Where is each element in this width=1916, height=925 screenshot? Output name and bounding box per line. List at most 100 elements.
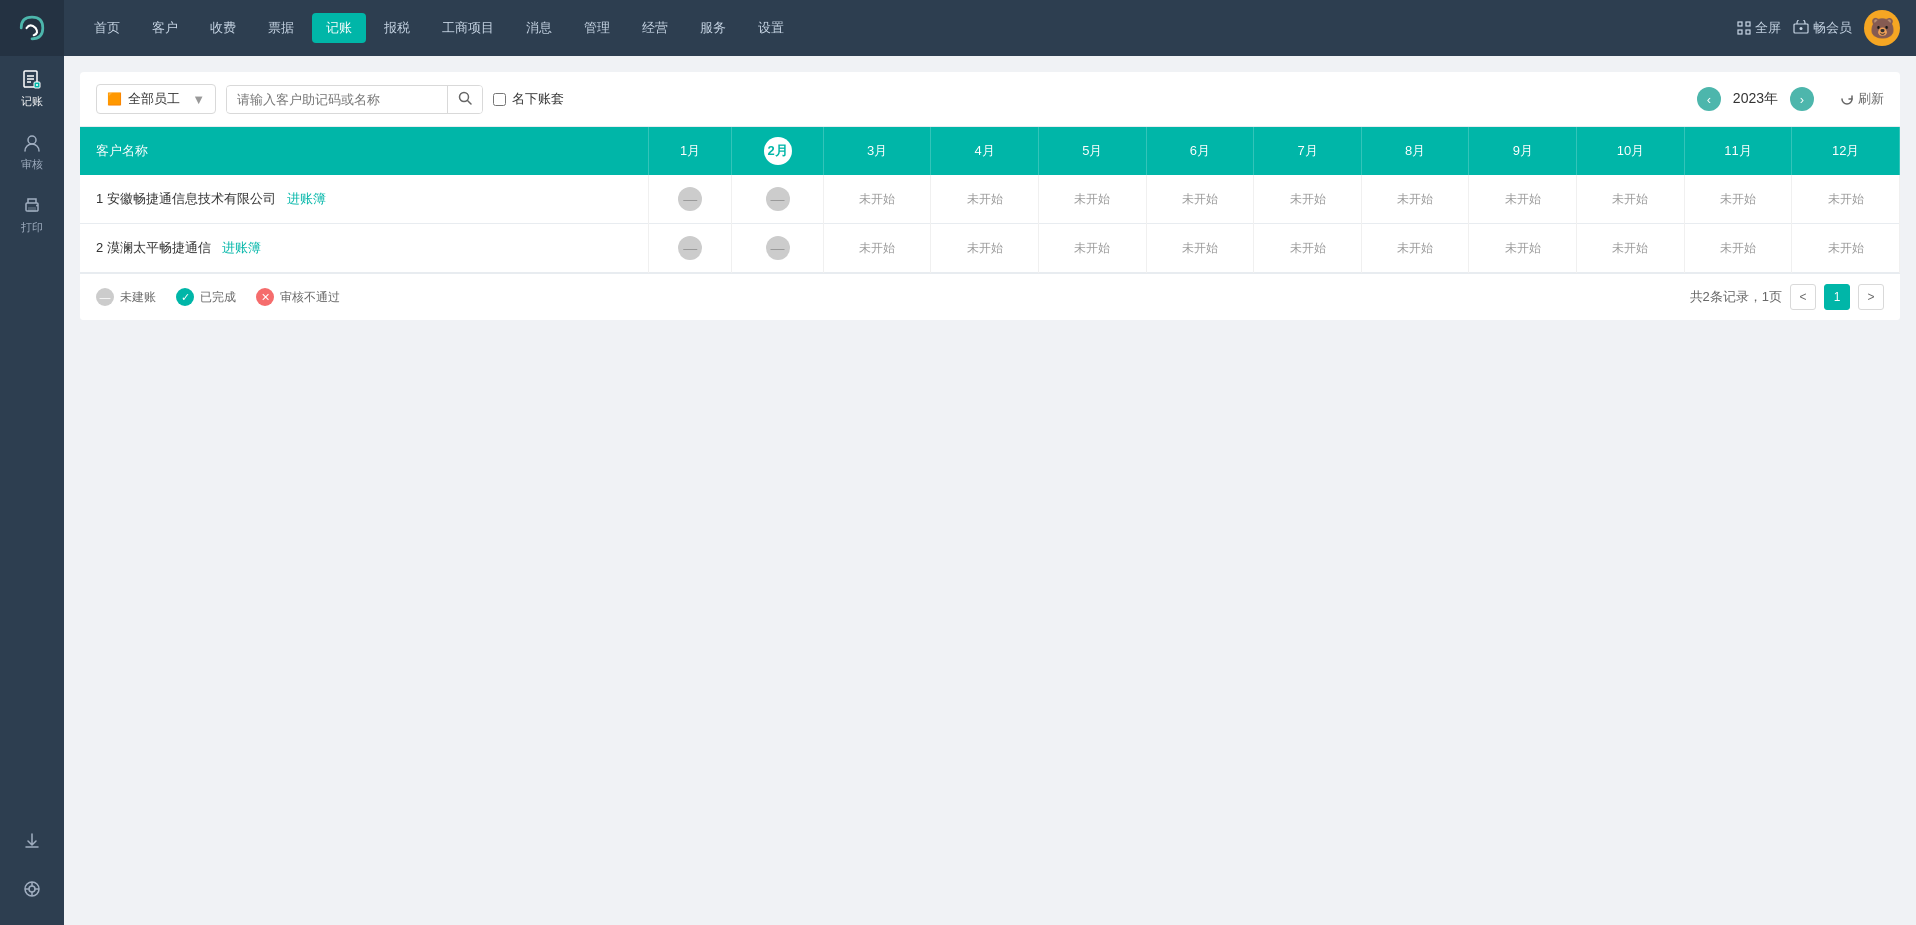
month-cell-11: 未开始 (1684, 224, 1792, 273)
status-not-started: 未开始 (1074, 241, 1110, 255)
status-not-started: 未开始 (1397, 192, 1433, 206)
month-cell-5: 未开始 (1038, 175, 1146, 224)
chevron-down-icon: ▼ (192, 92, 205, 107)
content-area: 🟧 全部员工 ▼ 名下账套 (64, 56, 1916, 925)
status-not-started: 未开始 (859, 241, 895, 255)
month-cell-2: — (732, 224, 823, 273)
status-not-started: 未开始 (1290, 241, 1326, 255)
status-not-started: 未开始 (1505, 241, 1541, 255)
col-month-6: 6月 (1146, 127, 1254, 175)
enter-ledger-link[interactable]: 进账簿 (287, 191, 326, 206)
sidebar-bottom (16, 817, 48, 925)
refresh-icon (1840, 92, 1854, 106)
month-cell-3: 未开始 (823, 175, 931, 224)
legend-not-built-dot: — (96, 288, 114, 306)
shenhe-icon (16, 129, 48, 157)
main-area: 首页 客户 收费 票据 记账 报税 工商项目 消息 管理 经营 服务 设置 全屏 (64, 0, 1916, 925)
my-account-checkbox[interactable] (493, 93, 506, 106)
svg-rect-20 (1746, 30, 1750, 34)
table-body: 1 安徽畅捷通信息技术有限公司 进账簿——未开始未开始未开始未开始未开始未开始未… (80, 175, 1900, 273)
svg-point-10 (36, 205, 38, 207)
month-cell-4: 未开始 (931, 224, 1039, 273)
enter-ledger-link[interactable]: 进账簿 (222, 240, 261, 255)
col-month-8: 8月 (1361, 127, 1469, 175)
table-row: 2 漠澜太平畅捷通信 进账簿——未开始未开始未开始未开始未开始未开始未开始未开始… (80, 224, 1900, 273)
col-customer-name: 客户名称 (80, 127, 649, 175)
status-not-started: 未开始 (1828, 241, 1864, 255)
nav-account[interactable]: 记账 (312, 13, 366, 43)
sidebar-label-shenhe: 审核 (21, 157, 43, 172)
prev-year-button[interactable]: ‹ (1697, 87, 1721, 111)
year-nav: ‹ 2023年 › (1697, 87, 1814, 111)
staff-select[interactable]: 🟧 全部员工 ▼ (96, 84, 216, 114)
status-dash-icon: — (678, 187, 702, 211)
nav-tax[interactable]: 报税 (370, 13, 424, 43)
month-cell-7: 未开始 (1254, 175, 1362, 224)
status-dash-icon: — (678, 236, 702, 260)
sidebar-item-jizhang[interactable]: 记账 (0, 56, 64, 119)
nav-home[interactable]: 首页 (80, 13, 134, 43)
month-cell-3: 未开始 (823, 224, 931, 273)
nav-message[interactable]: 消息 (512, 13, 566, 43)
legend-completed-dot: ✓ (176, 288, 194, 306)
status-not-started: 未开始 (1720, 192, 1756, 206)
nav-setting[interactable]: 设置 (744, 13, 798, 43)
svg-point-7 (28, 136, 36, 144)
sidebar-item-dayin[interactable]: 打印 (0, 182, 64, 245)
sidebar-label-jizhang: 记账 (21, 94, 43, 109)
month-cell-6: 未开始 (1146, 224, 1254, 273)
month-cell-10: 未开始 (1577, 175, 1685, 224)
status-not-started: 未开始 (1612, 192, 1648, 206)
fullscreen-icon (1737, 21, 1751, 35)
my-account-checkbox-label[interactable]: 名下账套 (493, 90, 564, 108)
month-cell-1: — (649, 175, 732, 224)
topnav-items: 首页 客户 收费 票据 记账 报税 工商项目 消息 管理 经营 服务 设置 (80, 13, 1737, 43)
col-month-2: 2月 (732, 127, 823, 175)
svg-line-24 (468, 100, 472, 104)
refresh-button[interactable]: 刷新 (1840, 90, 1884, 108)
status-not-started: 未开始 (859, 192, 895, 206)
status-not-started: 未开始 (1397, 241, 1433, 255)
status-not-started: 未开始 (1720, 241, 1756, 255)
nav-manage[interactable]: 管理 (570, 13, 624, 43)
sidebar-label-dayin: 打印 (21, 220, 43, 235)
status-not-started: 未开始 (1074, 192, 1110, 206)
svg-rect-17 (1738, 22, 1742, 26)
customer-name: 漠澜太平畅捷通信 (107, 240, 211, 255)
month-cell-2: — (732, 175, 823, 224)
nav-invoice[interactable]: 票据 (254, 13, 308, 43)
app-logo[interactable] (0, 0, 64, 56)
avatar[interactable]: 🐻 (1864, 10, 1900, 46)
search-button[interactable] (447, 86, 482, 113)
month-cell-8: 未开始 (1361, 224, 1469, 273)
page-1-button[interactable]: 1 (1824, 284, 1850, 310)
month-cell-5: 未开始 (1038, 224, 1146, 273)
sidebar-item-download[interactable] (16, 817, 48, 865)
nav-customer[interactable]: 客户 (138, 13, 192, 43)
month-cell-4: 未开始 (931, 175, 1039, 224)
table-footer: — 未建账 ✓ 已完成 ✕ 审核不通过 共2条记录，1页 < 1 > (80, 273, 1900, 320)
vip-button[interactable]: 畅会员 (1793, 19, 1852, 37)
svg-point-12 (29, 886, 35, 892)
sidebar-item-shenhe[interactable]: 审核 (0, 119, 64, 182)
table-row: 1 安徽畅捷通信息技术有限公司 进账簿——未开始未开始未开始未开始未开始未开始未… (80, 175, 1900, 224)
staff-select-label: 全部员工 (128, 90, 180, 108)
col-month-7: 7月 (1254, 127, 1362, 175)
prev-page-button[interactable]: < (1790, 284, 1816, 310)
search-input[interactable] (227, 87, 447, 112)
dayin-icon (16, 192, 48, 220)
next-page-button[interactable]: > (1858, 284, 1884, 310)
topnav: 首页 客户 收费 票据 记账 报税 工商项目 消息 管理 经营 服务 设置 全屏 (64, 0, 1916, 56)
month-cell-6: 未开始 (1146, 175, 1254, 224)
nav-bizitem[interactable]: 工商项目 (428, 13, 508, 43)
nav-operate[interactable]: 经营 (628, 13, 682, 43)
next-year-button[interactable]: › (1790, 87, 1814, 111)
month-cell-10: 未开始 (1577, 224, 1685, 273)
legend-completed-label: 已完成 (200, 289, 236, 306)
pagination: 共2条记录，1页 < 1 > (1690, 284, 1884, 310)
nav-fee[interactable]: 收费 (196, 13, 250, 43)
month-cell-8: 未开始 (1361, 175, 1469, 224)
fullscreen-button[interactable]: 全屏 (1737, 19, 1781, 37)
nav-service[interactable]: 服务 (686, 13, 740, 43)
sidebar-item-support[interactable] (16, 865, 48, 913)
